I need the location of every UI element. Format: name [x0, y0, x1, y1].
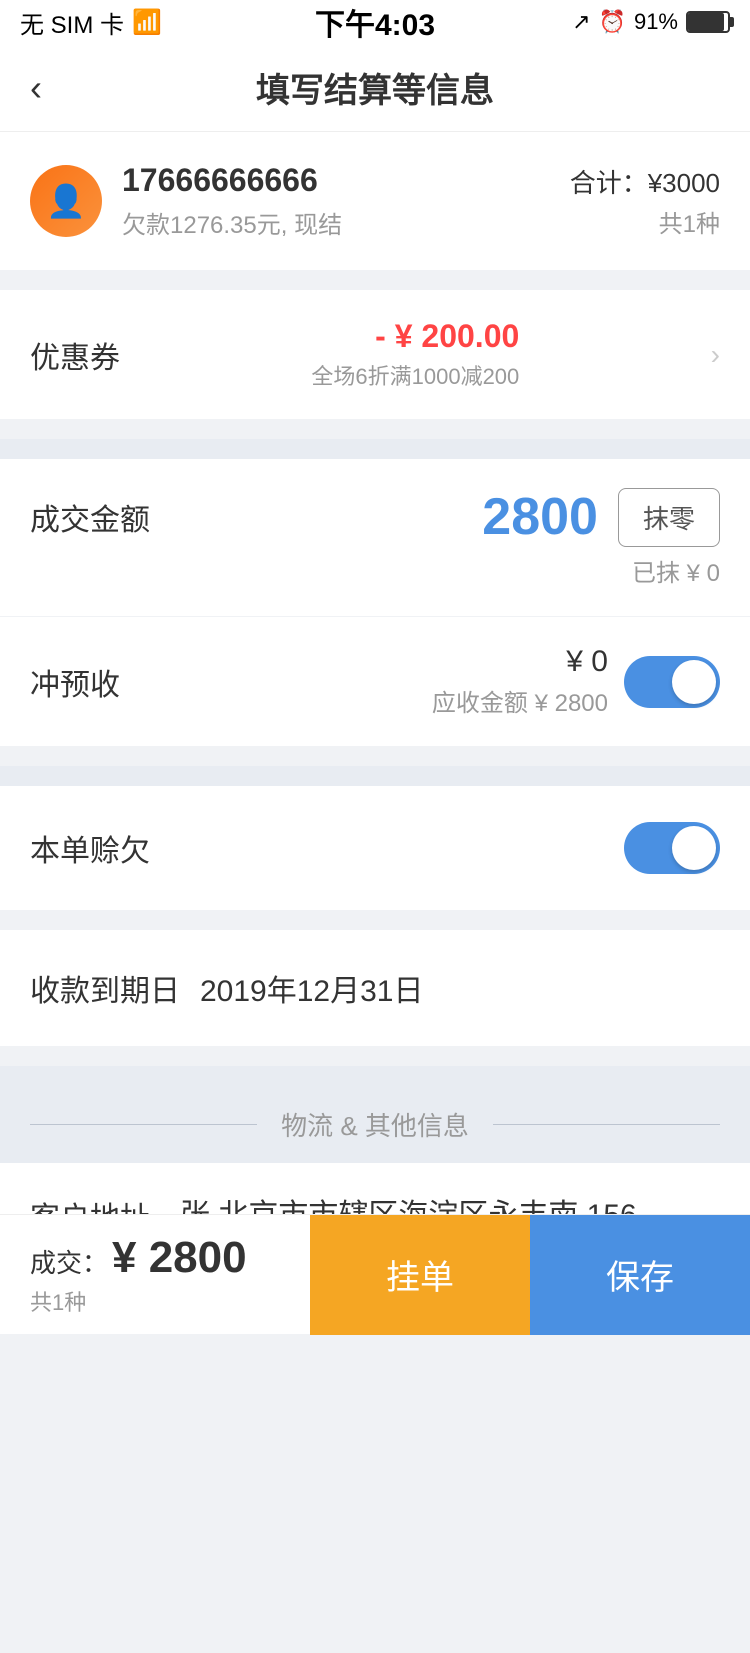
battery-icon [686, 11, 730, 33]
user-info-left: 👤 17666666666 欠款1276.35元, 现结 [30, 162, 342, 240]
bottom-deal-row: 成交： ¥ 2800 [30, 1233, 280, 1283]
user-subtext: 欠款1276.35元, 现结 [122, 205, 342, 240]
main-content: 👤 17666666666 欠款1276.35元, 现结 合计：¥3000 共1… [0, 132, 750, 1653]
deal-amount-row: 成交金额 2800 抹零 [30, 487, 720, 547]
precharge-right: ¥ 0 应收金额 ¥ 2800 [432, 645, 720, 718]
location-icon: ↗ [572, 9, 590, 35]
coupon-label: 优惠券 [30, 333, 120, 377]
precharge-toggle[interactable] [624, 656, 720, 708]
divider-line-left [30, 1124, 257, 1125]
precharge-section: 冲预收 ¥ 0 应收金额 ¥ 2800 [0, 616, 750, 746]
hang-button[interactable]: 挂单 [310, 1215, 530, 1335]
avatar: 👤 [30, 165, 102, 237]
user-section: 👤 17666666666 欠款1276.35元, 现结 合计：¥3000 共1… [0, 132, 750, 270]
save-button[interactable]: 保存 [530, 1215, 750, 1335]
deal-sub: 已抹 ¥ 0 [30, 553, 720, 588]
section-separator-1 [0, 439, 750, 459]
coupon-chevron: › [711, 339, 720, 371]
arrears-label: 本单赊欠 [30, 826, 150, 870]
section-separator-2 [0, 766, 750, 786]
alarm-icon: ⏰ [599, 9, 626, 35]
bottom-summary: 成交： ¥ 2800 共1种 [0, 1233, 310, 1317]
bottom-bar: 成交： ¥ 2800 共1种 挂单 保存 [0, 1214, 750, 1334]
no-sim-text: 无 SIM 卡 [20, 5, 124, 40]
precharge-label: 冲预收 [30, 660, 120, 704]
coupon-amount: - ¥ 200.00 [311, 318, 519, 355]
deal-right: 2800 抹零 [482, 487, 720, 547]
status-bar: 无 SIM 卡 📶 下午4:03 ↗ ⏰ 91% [0, 0, 750, 44]
precharge-value-block: ¥ 0 应收金额 ¥ 2800 [432, 645, 608, 718]
divider-label: 物流 & 其他信息 [281, 1106, 469, 1143]
avatar-icon: 👤 [46, 182, 86, 220]
deal-label: 成交金额 [30, 495, 150, 539]
duedate-label: 收款到期日 [30, 966, 180, 1010]
bottom-deal-amount: ¥ 2800 [112, 1233, 247, 1283]
bottom-deal-count: 共1种 [30, 1285, 280, 1317]
precharge-row: 冲预收 ¥ 0 应收金额 ¥ 2800 [30, 645, 720, 718]
duedate-value: 2019年12月31日 [200, 966, 423, 1010]
precharge-amount: ¥ 0 [432, 645, 608, 679]
wifi-icon: 📶 [132, 8, 162, 37]
status-left: 无 SIM 卡 📶 [20, 5, 162, 40]
bottom-deal-label: 成交： [30, 1243, 108, 1280]
user-phone: 17666666666 [122, 162, 342, 199]
coupon-desc: 全场6折满1000减200 [311, 359, 519, 391]
section-separator-3 [0, 1066, 750, 1086]
duedate-section: 收款到期日 2019年12月31日 [0, 930, 750, 1046]
arrears-toggle[interactable] [624, 822, 720, 874]
user-total: 合计：¥3000 共1种 [570, 163, 720, 239]
precharge-sub: 应收金额 ¥ 2800 [432, 683, 608, 718]
coupon-right: - ¥ 200.00 全场6折满1000减200 [311, 318, 519, 391]
erase-button[interactable]: 抹零 [618, 488, 720, 547]
back-button[interactable]: ‹ [30, 57, 62, 119]
coupon-section[interactable]: 优惠券 - ¥ 200.00 全场6折满1000减200 › [0, 290, 750, 419]
battery-text: 91% [634, 9, 678, 35]
total-count: 共1种 [570, 204, 720, 239]
logistics-divider: 物流 & 其他信息 [0, 1086, 750, 1163]
gray-filler [0, 1333, 750, 1533]
deal-amount-section: 成交金额 2800 抹零 已抹 ¥ 0 [0, 459, 750, 616]
page-title: 填写结算等信息 [256, 63, 494, 112]
total-amount: 合计：¥3000 [570, 163, 720, 200]
status-right: ↗ ⏰ 91% [572, 9, 730, 35]
divider-line-right [493, 1124, 720, 1125]
nav-bar: ‹ 填写结算等信息 [0, 44, 750, 132]
arrears-section: 本单赊欠 [0, 786, 750, 910]
deal-amount-value: 2800 [482, 487, 598, 547]
status-time: 下午4:03 [315, 0, 435, 44]
user-details: 17666666666 欠款1276.35元, 现结 [122, 162, 342, 240]
